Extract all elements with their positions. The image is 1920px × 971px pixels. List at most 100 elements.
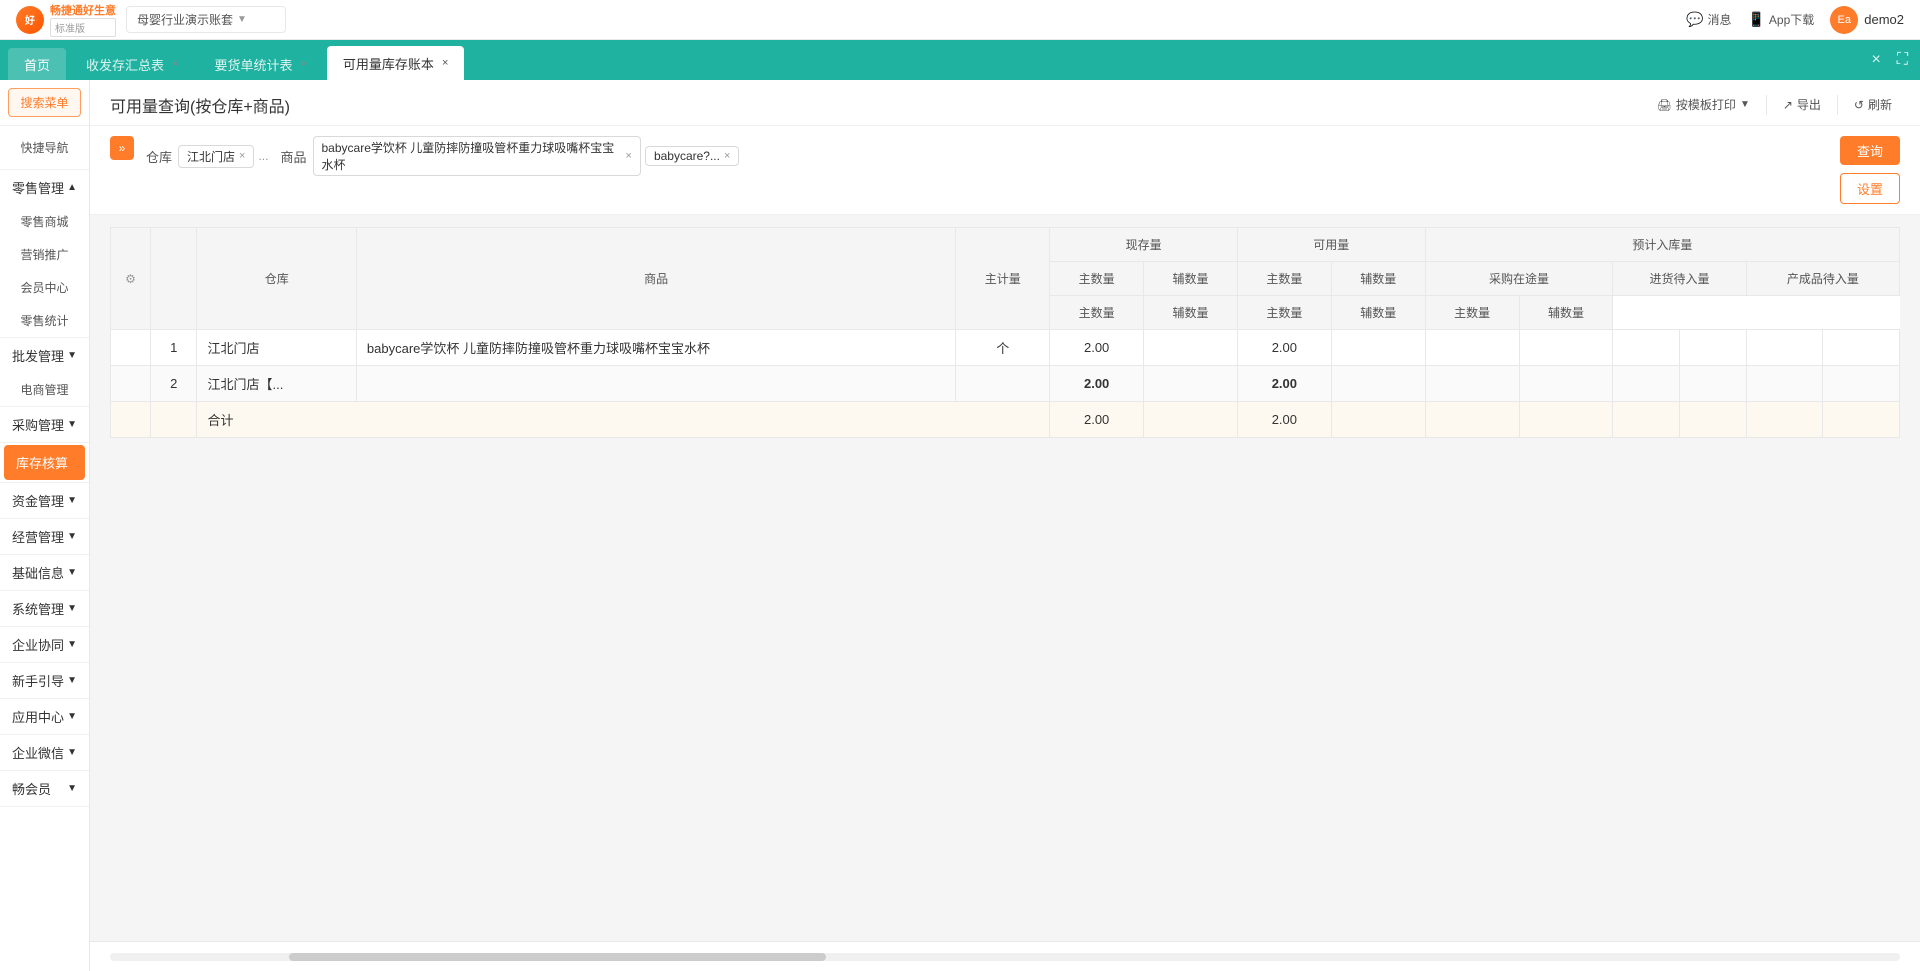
query-button[interactable]: 查询 xyxy=(1840,136,1900,165)
sidebar: 搜索菜单 快捷导航 零售管理 ▲ 零售商城 营销推广 会员中心 零售统计 批发管… xyxy=(0,80,90,971)
filter-buttons: 查询 设置 xyxy=(1840,136,1900,204)
sidebar-section-wechat-header[interactable]: 企业微信 ▼ xyxy=(0,735,89,770)
sidebar-item-member[interactable]: 会员中心 xyxy=(0,271,89,304)
td-warehouse-2: 江北门店【... xyxy=(197,366,356,402)
top-bar-left: 好 畅捷通好生意 标准版 母婴行业演示账套 ▼ xyxy=(16,2,286,37)
sidebar-item-retail-mall[interactable]: 零售商城 xyxy=(0,205,89,238)
tab-home[interactable]: 首页 xyxy=(8,48,66,80)
th-current-main: 主数量 xyxy=(1050,262,1144,296)
logo-text: 畅捷通好生意 标准版 xyxy=(50,2,116,37)
td-summary-pt-aux xyxy=(1519,402,1613,438)
chevron-down-icon-print: ▼ xyxy=(1740,99,1750,110)
td-pt-aux-1 xyxy=(1519,330,1613,366)
sidebar-item-ecommerce[interactable]: 电商管理 xyxy=(0,373,89,406)
home-tab-label: 首页 xyxy=(24,55,50,74)
app-icon: 📱 xyxy=(1747,11,1764,28)
sidebar-section-changhui-header[interactable]: 畅会员 ▼ xyxy=(0,771,89,806)
sidebar-section-system-header[interactable]: 系统管理 ▼ xyxy=(0,591,89,626)
tab-receive-summary[interactable]: 收发存汇总表 × xyxy=(70,48,194,80)
page-actions: 🖨 按模板打印 ▼ ↗ 导出 ↺ 刷新 xyxy=(1649,92,1900,117)
export-icon: ↗ xyxy=(1783,98,1793,112)
sidebar-section-enterprise-header[interactable]: 企业协同 ▼ xyxy=(0,627,89,662)
available-stock-tab-label: 可用量库存账本 xyxy=(343,54,434,73)
message-icon: 💬 xyxy=(1686,11,1703,28)
refresh-button[interactable]: ↺ 刷新 xyxy=(1846,92,1900,117)
td-summary-pra-main xyxy=(1746,402,1823,438)
chevron-down-icon-changhui: ▼ xyxy=(67,783,77,794)
product-label: 商品 xyxy=(280,147,306,166)
settings-button[interactable]: 设置 xyxy=(1840,173,1900,204)
horizontal-scrollbar-thumb[interactable] xyxy=(289,953,826,961)
user-menu[interactable]: Ea demo2 xyxy=(1830,6,1904,34)
th-warehouse: 仓库 xyxy=(197,228,356,330)
sidebar-section-newguide-header[interactable]: 新手引导 ▼ xyxy=(0,663,89,698)
th-current-aux: 辅数量 xyxy=(1144,262,1238,296)
data-table: ⚙ 仓库 商品 主计量 现存量 可用量 预计入库量 主数量 辅数量 主数量 xyxy=(110,227,1900,438)
th-settings: ⚙ xyxy=(111,228,151,330)
sidebar-section-inventory-header[interactable]: 库存核算 xyxy=(4,445,85,480)
sidebar-section-purchase-header[interactable]: 采购管理 ▼ xyxy=(0,407,89,442)
td-pt-main-1 xyxy=(1425,330,1519,366)
product-tag-close-2[interactable]: × xyxy=(724,150,730,162)
template-print-button[interactable]: 🖨 按模板打印 ▼ xyxy=(1649,92,1758,117)
top-bar: 好 畅捷通好生意 标准版 母婴行业演示账套 ▼ 💬 消息 📱 App下载 Ea … xyxy=(0,0,1920,40)
tab-order-stats[interactable]: 要货单统计表 × xyxy=(198,48,322,80)
sidebar-section-finance-header[interactable]: 资金管理 ▼ xyxy=(0,483,89,518)
sidebar-section-operations: 经营管理 ▼ xyxy=(0,519,89,555)
export-button[interactable]: ↗ 导出 xyxy=(1775,92,1829,117)
tenant-selector[interactable]: 母婴行业演示账套 ▼ xyxy=(126,6,286,33)
settings-icon[interactable]: ⚙ xyxy=(125,272,136,286)
sidebar-section-appcenter: 应用中心 ▼ xyxy=(0,699,89,735)
th-product: 商品 xyxy=(356,228,955,330)
tab-close-all-button[interactable]: × xyxy=(1867,49,1884,71)
warehouse-tag-close[interactable]: × xyxy=(239,150,245,162)
sidebar-section-finance: 资金管理 ▼ xyxy=(0,483,89,519)
chevron-down-icon-newguide: ▼ xyxy=(67,675,77,686)
th-expected-inbound: 预计入库量 xyxy=(1425,228,1899,262)
horizontal-scrollbar-track[interactable] xyxy=(110,953,1900,961)
search-menu-button[interactable]: 搜索菜单 xyxy=(8,88,81,117)
sidebar-section-retail-header[interactable]: 零售管理 ▲ xyxy=(0,170,89,205)
td-pra-main-1 xyxy=(1746,330,1823,366)
sidebar-section-wholesale: 批发管理 ▼ 电商管理 xyxy=(0,338,89,407)
tab-fullscreen-button[interactable]: ⛶ xyxy=(1893,49,1912,71)
warehouse-more[interactable]: ... xyxy=(258,149,268,163)
td-settings-2 xyxy=(111,366,151,402)
filter-expand-button[interactable]: » xyxy=(110,136,134,160)
tab-close-order-stats[interactable]: × xyxy=(300,58,306,70)
divider-1 xyxy=(1766,95,1767,115)
tab-available-stock[interactable]: 可用量库存账本 × xyxy=(327,46,464,80)
th-available-main: 主数量 xyxy=(1237,262,1331,296)
product-tag-babycare2: babycare?... × xyxy=(645,146,739,166)
td-summary-pa-aux xyxy=(1680,402,1747,438)
message-button[interactable]: 💬 消息 xyxy=(1686,11,1731,28)
product-tag-babycare: babycare学饮杯 儿童防摔防撞吸管杯重力球吸嘴杯宝宝水杯 × xyxy=(313,136,641,176)
td-pt-aux-2 xyxy=(1519,366,1613,402)
filter-row: 仓库 江北门店 × ... 商品 bab xyxy=(146,136,1828,176)
td-summary-current-aux xyxy=(1144,402,1238,438)
sidebar-item-marketing[interactable]: 营销推广 xyxy=(0,238,89,271)
td-summary-pa-main xyxy=(1613,402,1680,438)
quick-nav-button[interactable]: 快捷导航 xyxy=(8,134,81,161)
tab-close-receive-summary[interactable]: × xyxy=(172,58,178,70)
td-available-aux-1 xyxy=(1331,330,1425,366)
td-summary-current-main: 2.00 xyxy=(1050,402,1144,438)
product-tag-close-1[interactable]: × xyxy=(626,150,632,162)
logo-icon: 好 xyxy=(16,6,44,34)
sidebar-section-operations-header[interactable]: 经营管理 ▼ xyxy=(0,519,89,554)
th-available: 可用量 xyxy=(1237,228,1425,262)
tab-close-available-stock[interactable]: × xyxy=(442,57,448,69)
tab-bar-actions: × ⛶ xyxy=(1867,40,1920,80)
td-summary-settings xyxy=(111,402,151,438)
sidebar-item-retail-stats[interactable]: 零售统计 xyxy=(0,304,89,337)
main-layout: 搜索菜单 快捷导航 零售管理 ▲ 零售商城 营销推广 会员中心 零售统计 批发管… xyxy=(0,80,1920,971)
top-bar-right: 💬 消息 📱 App下载 Ea demo2 xyxy=(1686,6,1904,34)
sidebar-section-appcenter-header[interactable]: 应用中心 ▼ xyxy=(0,699,89,734)
td-pt-main-2 xyxy=(1425,366,1519,402)
sidebar-section-wholesale-header[interactable]: 批发管理 ▼ xyxy=(0,338,89,373)
th-purchase-transit-main: 主数量 xyxy=(1050,296,1144,330)
app-download-button[interactable]: 📱 App下载 xyxy=(1747,11,1814,28)
sidebar-section-wechat: 企业微信 ▼ xyxy=(0,735,89,771)
td-num-1: 1 xyxy=(151,330,197,366)
sidebar-section-basic-header[interactable]: 基础信息 ▼ xyxy=(0,555,89,590)
